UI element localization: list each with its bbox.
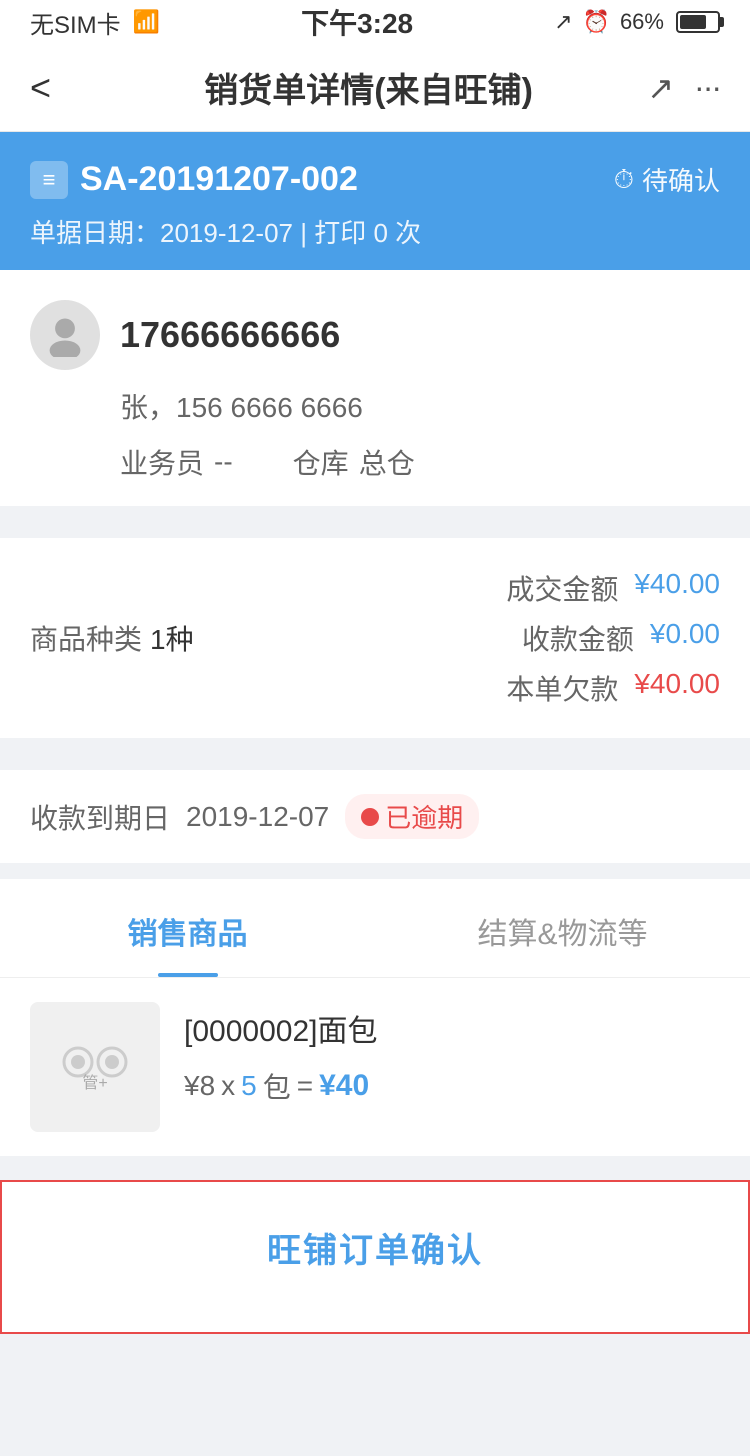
- product-section: 管+ [0000002]面包 ¥8 x 5 包 = ¥40: [0, 978, 750, 1156]
- order-banner: ≡ SA-20191207-002 ⏱ 待确认 单据日期：2019-12-07 …: [0, 132, 750, 270]
- due-date-section: 收款到期日 2019-12-07 已逾期: [0, 770, 750, 863]
- due-date-label: 收款到期日: [30, 797, 170, 837]
- tab-settlement[interactable]: 结算&物流等: [375, 879, 750, 977]
- status-bar-left: 无SIM卡 📶: [30, 5, 160, 40]
- order-banner-top: ≡ SA-20191207-002 ⏱ 待确认: [30, 160, 720, 199]
- share-icon[interactable]: ↗: [647, 69, 674, 107]
- back-button[interactable]: <: [30, 67, 90, 109]
- avatar: [30, 300, 100, 370]
- type-label: 商品种类: [30, 618, 142, 658]
- overdue-dot: [361, 808, 379, 826]
- received-label: 收款金额: [522, 618, 634, 658]
- status-bar-right: ↗ ⏰ 66%: [554, 9, 720, 35]
- summary-left: 商品种类 1种: [30, 568, 375, 708]
- sales-value: --: [214, 446, 233, 478]
- warehouse-value: 总仓: [359, 442, 415, 482]
- order-id: ≡ SA-20191207-002: [30, 160, 358, 199]
- summary-section: 商品种类 1种 成交金额 ¥40.00 收款金额 ¥0.00 本单欠款 ¥40.…: [0, 538, 750, 738]
- customer-top-row: 17666666666: [30, 300, 720, 370]
- battery-icon: [676, 11, 720, 33]
- product-price: ¥8: [184, 1070, 215, 1102]
- status-clock-icon: ⏱: [614, 164, 634, 196]
- tab-products[interactable]: 销售商品: [0, 879, 375, 977]
- status-text: 待确认: [642, 161, 720, 198]
- product-unit: 包: [263, 1066, 291, 1106]
- tabs-section: 销售商品 结算&物流等: [0, 879, 750, 978]
- alarm-icon: ⏰: [583, 9, 610, 35]
- battery-text: 66%: [620, 9, 664, 35]
- sales-meta: 业务员 --: [120, 442, 233, 482]
- divider-1: [0, 522, 750, 538]
- order-status: ⏱ 待确认: [614, 161, 720, 198]
- product-info: [0000002]面包 ¥8 x 5 包 = ¥40: [184, 1002, 720, 1106]
- status-bar-time: 下午3:28: [301, 2, 413, 42]
- overdue-badge: 已逾期: [345, 794, 479, 839]
- tab-products-label: 销售商品: [128, 918, 248, 951]
- confirm-btn-area: 旺铺订单确认: [0, 1180, 750, 1334]
- amount-label: 成交金额: [506, 568, 618, 608]
- print-label: | 打印: [300, 218, 366, 248]
- type-value: 1种: [150, 618, 194, 658]
- product-total: ¥40: [319, 1069, 369, 1103]
- order-id-text: SA-20191207-002: [80, 160, 358, 199]
- customer-meta: 业务员 -- 仓库 总仓: [30, 442, 720, 482]
- product-thumbnail: 管+: [30, 1002, 160, 1132]
- multiply-symbol: x: [221, 1070, 235, 1102]
- wifi-icon: 📶: [133, 9, 160, 35]
- sales-label: 业务员: [120, 442, 204, 482]
- avatar-icon: [43, 313, 87, 357]
- confirm-button[interactable]: 旺铺订单确认: [32, 1202, 718, 1292]
- nav-actions: ↗ ···: [647, 69, 720, 107]
- amount-value: ¥40.00: [634, 568, 720, 608]
- received-value: ¥0.00: [650, 618, 720, 658]
- summary-right: 成交金额 ¥40.00 收款金额 ¥0.00 本单欠款 ¥40.00: [375, 568, 720, 708]
- order-date-value: 2019-12-07: [160, 218, 293, 248]
- customer-phone[interactable]: 17666666666: [120, 314, 340, 356]
- date-label: 单据日期：: [30, 218, 160, 248]
- product-qty: 5: [241, 1070, 257, 1102]
- page-title: 销货单详情(来自旺铺): [90, 63, 647, 112]
- owing-label: 本单欠款: [506, 668, 618, 708]
- more-icon[interactable]: ···: [694, 69, 720, 106]
- amount-row: 成交金额 ¥40.00: [506, 568, 720, 608]
- received-row: 收款金额 ¥0.00: [522, 618, 720, 658]
- customer-name-detail: 张，156 6666 6666: [30, 386, 720, 426]
- nav-bar: < 销货单详情(来自旺铺) ↗ ···: [0, 44, 750, 132]
- warehouse-meta: 仓库 总仓: [293, 442, 415, 482]
- print-unit: 次: [395, 218, 421, 248]
- status-bar: 无SIM卡 📶 下午3:28 ↗ ⏰ 66%: [0, 0, 750, 44]
- print-count: 0: [373, 218, 387, 248]
- divider-2: [0, 754, 750, 770]
- carrier-text: 无SIM卡: [30, 5, 121, 40]
- due-date-value: 2019-12-07: [186, 801, 329, 833]
- order-date-row: 单据日期：2019-12-07 | 打印 0 次: [30, 213, 720, 250]
- product-price-row: ¥8 x 5 包 = ¥40: [184, 1066, 720, 1106]
- overdue-text: 已逾期: [385, 798, 463, 835]
- product-name: [0000002]面包: [184, 1006, 720, 1050]
- tab-settlement-label: 结算&物流等: [477, 918, 647, 951]
- customer-section: 17666666666 张，156 6666 6666 业务员 -- 仓库 总仓: [0, 270, 750, 506]
- product-item: 管+ [0000002]面包 ¥8 x 5 包 = ¥40: [30, 1002, 720, 1132]
- location-icon: ↗: [554, 9, 572, 35]
- warehouse-label: 仓库: [293, 442, 349, 482]
- product-thumb-logo: 管+: [50, 1034, 140, 1101]
- equals-symbol: =: [297, 1070, 313, 1102]
- svg-text:管+: 管+: [82, 1074, 107, 1092]
- owing-value: ¥40.00: [634, 668, 720, 708]
- order-icon: ≡: [30, 161, 68, 199]
- owing-row: 本单欠款 ¥40.00: [506, 668, 720, 708]
